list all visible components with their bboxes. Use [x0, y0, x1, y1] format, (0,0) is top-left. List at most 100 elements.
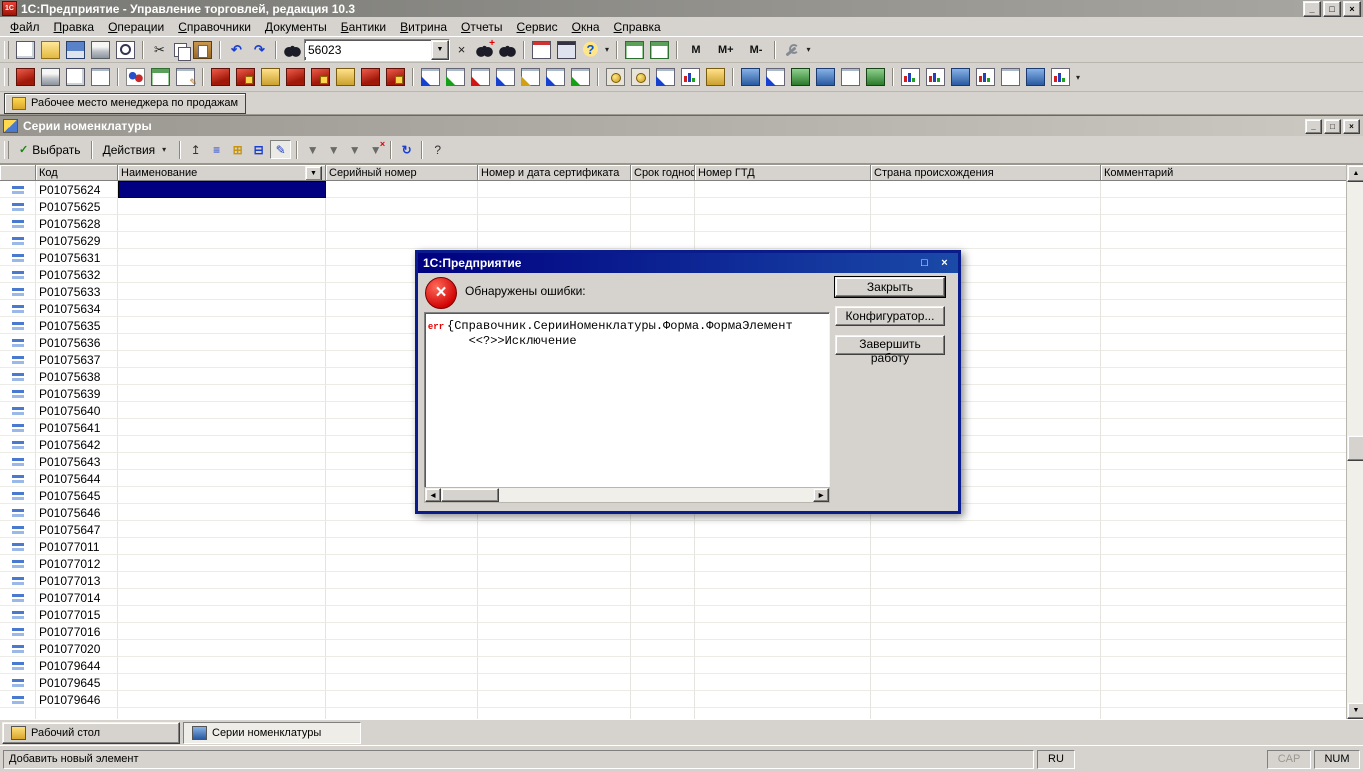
code-cell[interactable]: Р01075646 [36, 504, 118, 521]
menu-item[interactable]: Операции [101, 18, 171, 36]
certificate-cell[interactable] [478, 555, 631, 572]
name-cell[interactable] [118, 623, 326, 640]
header-comment[interactable]: Комментарий [1101, 165, 1347, 181]
country-cell[interactable] [871, 640, 1101, 657]
code-cell[interactable]: Р01075640 [36, 402, 118, 419]
country-cell[interactable] [871, 555, 1101, 572]
code-cell[interactable]: Р01079646 [36, 691, 118, 708]
help-dropdown-icon[interactable]: ▾ [605, 45, 609, 54]
expiry-cell[interactable] [631, 538, 695, 555]
price-types-icon[interactable] [286, 68, 305, 86]
table-row[interactable]: Р01079646 [0, 691, 1347, 708]
menu-item[interactable]: Справочники [171, 18, 258, 36]
code-cell[interactable]: Р01077020 [36, 640, 118, 657]
gtd-cell[interactable] [695, 521, 871, 538]
find-icon[interactable] [284, 41, 301, 58]
code-cell[interactable]: Р01075629 [36, 232, 118, 249]
disable-filter-icon[interactable]: ▼ [366, 139, 385, 158]
close-error-button[interactable]: Закрыть [834, 276, 946, 298]
certificate-cell[interactable] [478, 674, 631, 691]
serial-cell[interactable] [326, 606, 478, 623]
gtd-cell[interactable] [695, 215, 871, 232]
save-icon[interactable] [66, 40, 85, 59]
name-cell[interactable] [118, 453, 326, 470]
toolbar-options-icon[interactable]: ▾ [1076, 73, 1080, 82]
header-code[interactable]: Код [36, 165, 118, 181]
toolbar-grip[interactable] [4, 140, 9, 159]
comment-cell[interactable] [1101, 181, 1347, 198]
cash-report-icon[interactable] [841, 68, 860, 86]
invoice-issued-icon[interactable] [546, 68, 565, 86]
expiry-cell[interactable] [631, 623, 695, 640]
discounts-icon[interactable] [311, 68, 330, 86]
comment-cell[interactable] [1101, 453, 1347, 470]
paste-icon[interactable] [193, 40, 212, 59]
comment-cell[interactable] [1101, 334, 1347, 351]
name-cell[interactable] [118, 368, 326, 385]
code-cell[interactable]: Р01077011 [36, 538, 118, 555]
combo-dropdown-icon[interactable]: ▼ [431, 39, 449, 60]
sales-planning-icon[interactable] [951, 68, 970, 86]
name-cell[interactable] [118, 385, 326, 402]
tab-nomenclature-series[interactable]: Серии номенклатуры [183, 722, 361, 744]
price-setting-icon[interactable] [681, 68, 700, 86]
hierarchy-view-icon[interactable]: ✎ [270, 140, 292, 159]
gtd-cell[interactable] [695, 589, 871, 606]
expiry-cell[interactable] [631, 572, 695, 589]
horizontal-scrollbar[interactable]: ◀ ▶ [424, 487, 830, 503]
name-cell[interactable] [118, 487, 326, 504]
comment-cell[interactable] [1101, 351, 1347, 368]
open-document-icon[interactable] [41, 40, 60, 59]
table-row[interactable]: Р01075629 [0, 232, 1347, 249]
name-cell[interactable] [118, 283, 326, 300]
country-cell[interactable] [871, 572, 1101, 589]
code-cell[interactable]: Р01075635 [36, 317, 118, 334]
external-processings-icon[interactable] [91, 68, 110, 86]
memory-add-button[interactable]: M+ [712, 41, 740, 59]
code-cell[interactable]: Р01077016 [36, 623, 118, 640]
comment-cell[interactable] [1101, 589, 1347, 606]
name-cell[interactable] [118, 538, 326, 555]
quick-edit-icon[interactable] [176, 68, 197, 88]
scroll-up-icon[interactable]: ▲ [1347, 165, 1363, 182]
gtd-cell[interactable] [695, 623, 871, 640]
expiry-cell[interactable] [631, 555, 695, 572]
table-row[interactable]: Р01077020 [0, 640, 1347, 657]
new-group-icon[interactable]: ⊞ [228, 141, 247, 158]
dialog-maximize-icon[interactable]: □ [916, 256, 933, 271]
cash-receipt-order-icon[interactable] [606, 68, 625, 86]
quick-search-combobox[interactable]: ▼ [304, 38, 450, 61]
internal-order-icon[interactable] [571, 68, 590, 86]
filter-by-value-icon[interactable]: ▼ [303, 141, 322, 158]
menu-item[interactable]: Правка [47, 18, 102, 36]
table-row[interactable]: Р01075647 [0, 521, 1347, 538]
redo-icon[interactable]: ↷ [251, 42, 268, 58]
code-cell[interactable]: Р01075643 [36, 453, 118, 470]
code-cell[interactable]: Р01075647 [36, 521, 118, 538]
copy-icon[interactable] [174, 42, 191, 61]
header-gtd[interactable]: Номер ГТД [695, 165, 871, 181]
cut-icon[interactable]: ✂ [151, 42, 168, 58]
minimize-button[interactable]: _ [1303, 0, 1321, 17]
comment-cell[interactable] [1101, 368, 1347, 385]
currencies-icon[interactable] [336, 68, 355, 86]
code-cell[interactable]: Р01077013 [36, 572, 118, 589]
certificate-cell[interactable] [478, 181, 631, 198]
name-cell[interactable] [118, 436, 326, 453]
find-next-icon[interactable] [476, 38, 495, 58]
comment-cell[interactable] [1101, 436, 1347, 453]
name-cell[interactable] [118, 504, 326, 521]
code-cell[interactable]: Р01075639 [36, 385, 118, 402]
serial-cell[interactable] [326, 657, 478, 674]
comment-cell[interactable] [1101, 266, 1347, 283]
menu-item[interactable]: Справка [607, 18, 668, 36]
comment-cell[interactable] [1101, 555, 1347, 572]
move-up-level-icon[interactable]: ↥ [186, 141, 205, 158]
inventory-icon[interactable] [706, 68, 725, 86]
certificate-cell[interactable] [478, 606, 631, 623]
name-cell[interactable] [118, 589, 326, 606]
payment-order-icon[interactable] [656, 68, 675, 86]
table-row[interactable]: Р01075624 [0, 181, 1347, 198]
table-row[interactable]: Р01077015 [0, 606, 1347, 623]
comment-cell[interactable] [1101, 623, 1347, 640]
